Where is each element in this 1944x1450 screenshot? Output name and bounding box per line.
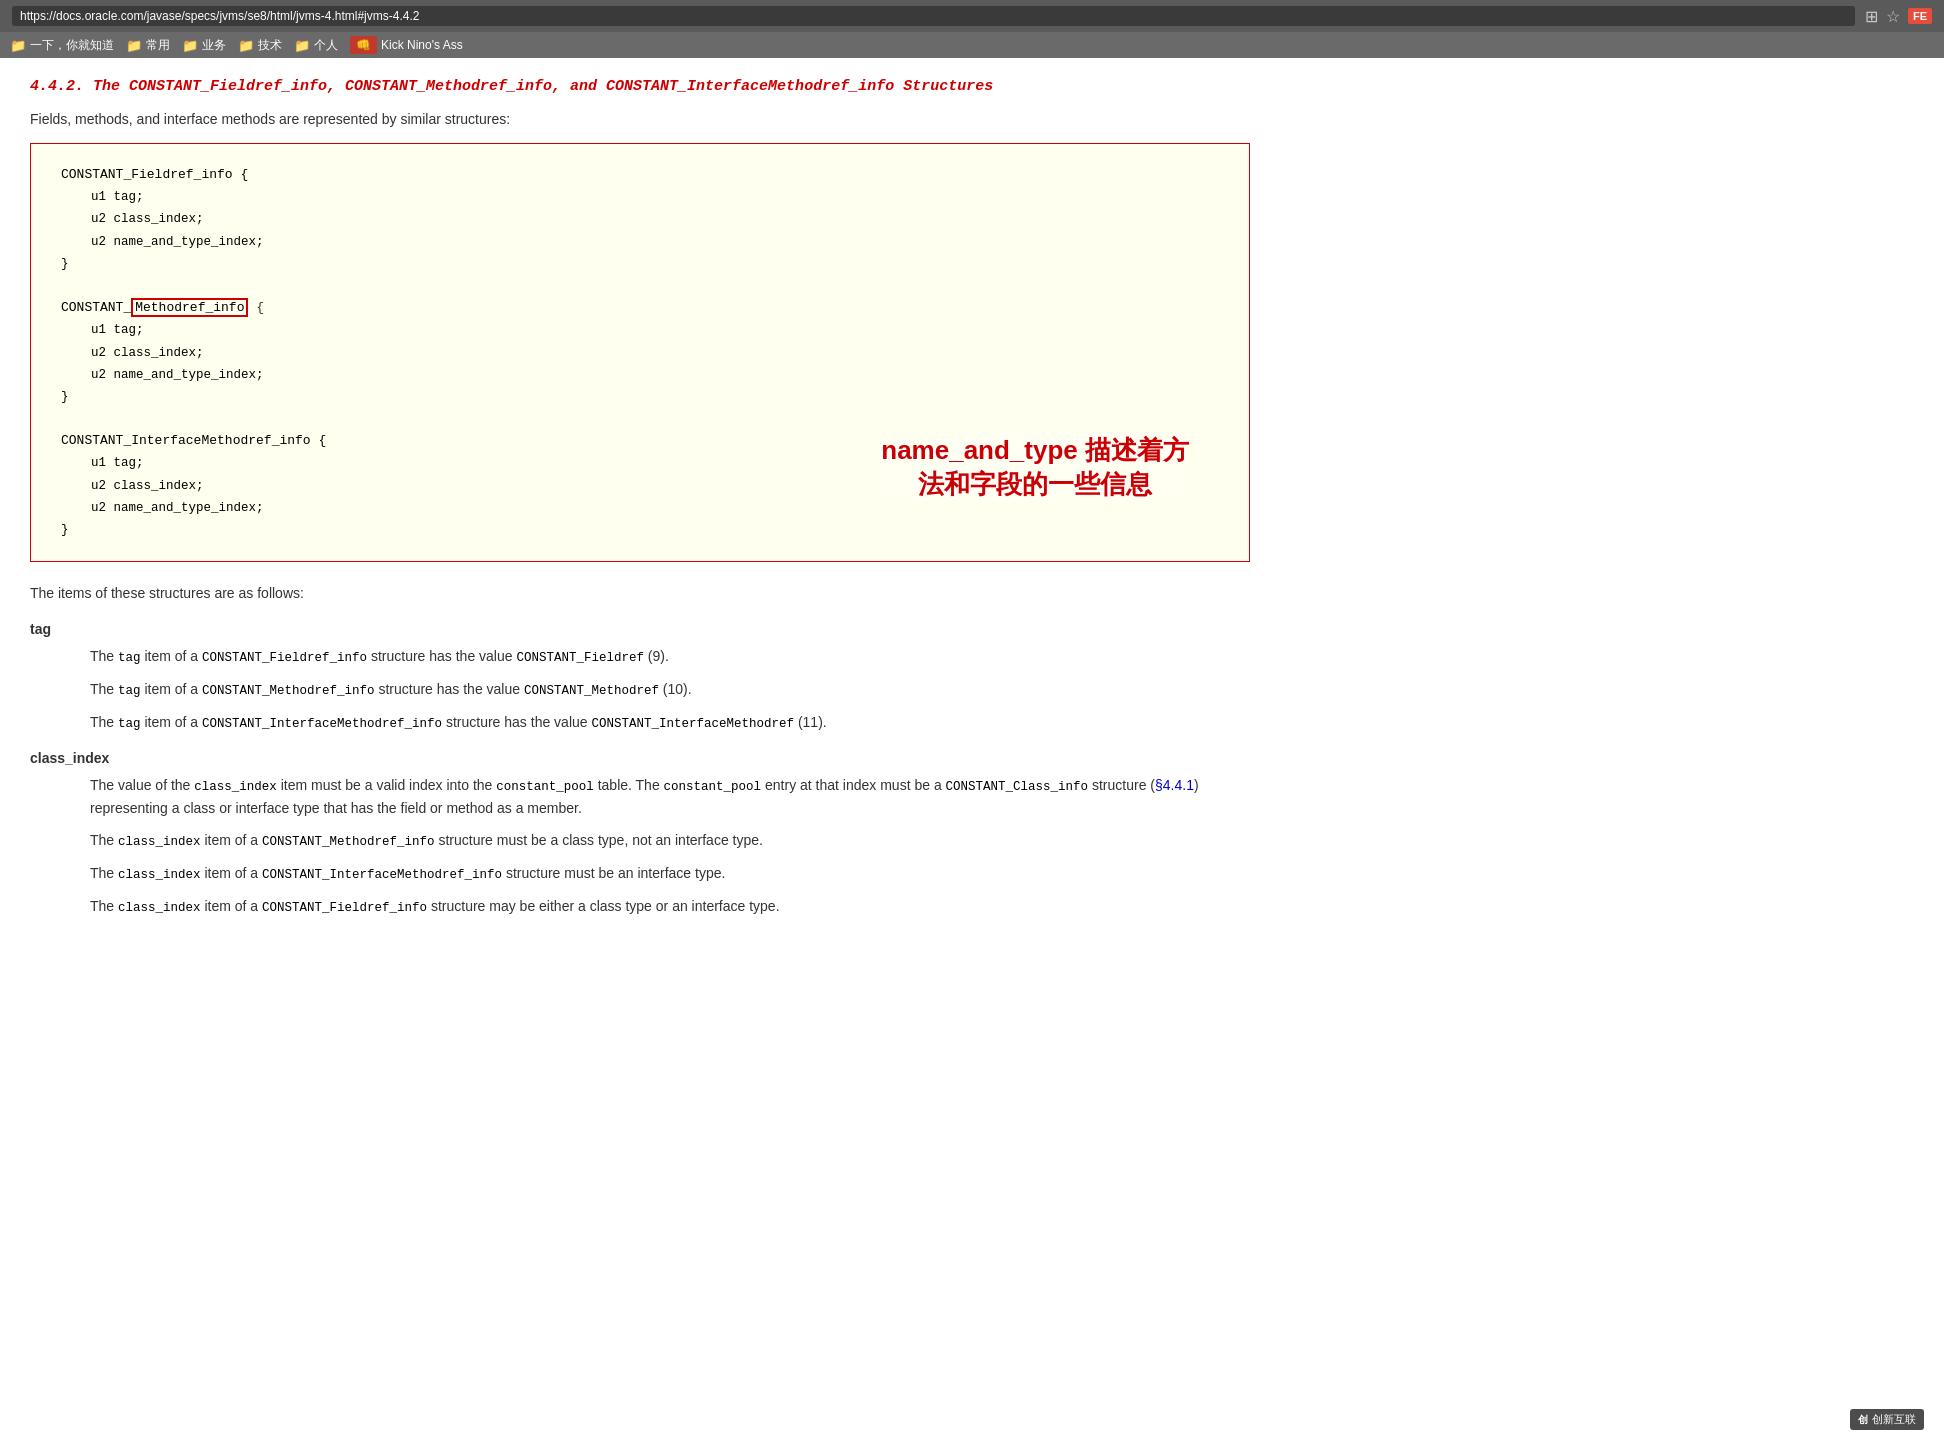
struct1-field-3: u2 name_and_type_index; (91, 231, 1219, 253)
bookmarks-bar: 📁 一下，你就知道 📁 常用 📁 业务 📁 技术 📁 个人 👊 Kick Nin… (0, 32, 1944, 58)
tag-def-2: The tag item of a CONSTANT_Methodref_inf… (90, 678, 1250, 701)
fieldref-code-1: CONSTANT_Fieldref_info (202, 651, 367, 665)
browser-icons: ⊞ ☆ FE (1865, 7, 1932, 26)
struct1-field-1: u1 tag; (91, 186, 1219, 208)
struct2-field-2: u2 class_index; (91, 342, 1219, 364)
folder-icon-3: 📁 (182, 38, 198, 53)
class-index-code-4: class_index (118, 901, 201, 915)
section-heading: 4.4.2. The CONSTANT_Fieldref_info, CONST… (30, 78, 1250, 95)
constant-class-info-code-1: CONSTANT_Class_info (946, 780, 1089, 794)
term-class-index-label: class_index (30, 750, 109, 766)
class-index-def-4: The class_index item of a CONSTANT_Field… (90, 895, 1250, 918)
struct2-field-3: u2 name_and_type_index; (91, 364, 1219, 386)
bookmark-item-1[interactable]: 📁 一下，你就知道 (10, 37, 114, 54)
page-content: 4.4.2. The CONSTANT_Fieldref_info, CONST… (0, 58, 1280, 948)
browser-toolbar: https://docs.oracle.com/javase/specs/jvm… (0, 0, 1944, 32)
tag-def-1: The tag item of a CONSTANT_Fieldref_info… (90, 645, 1250, 668)
folder-icon-5: 📁 (294, 38, 310, 53)
folder-icon-4: 📁 (238, 38, 254, 53)
bookmark-item-5[interactable]: 📁 个人 (294, 37, 338, 54)
bookmark-label-1: 一下，你就知道 (30, 37, 114, 54)
bookmark-label-4: 技术 (258, 37, 282, 54)
constant-fieldref-code: CONSTANT_Fieldref (516, 651, 644, 665)
interfacemethodref-code-2: CONSTANT_InterfaceMethodref_info (262, 868, 502, 882)
struct3-name: CONSTANT_InterfaceMethodref_info { (61, 433, 326, 448)
constant-pool-code-1: constant_pool (496, 780, 594, 794)
struct2-declaration: CONSTANT_Methodref_info { (61, 297, 1219, 319)
bookmark-item-2[interactable]: 📁 常用 (126, 37, 170, 54)
struct1-declaration: CONSTANT_Fieldref_info { (61, 164, 1219, 186)
tag-code-1: tag (118, 651, 141, 665)
struct1-close: } (61, 253, 1219, 275)
url-bar[interactable]: https://docs.oracle.com/javase/specs/jvm… (12, 6, 1855, 26)
struct1-field-2: u2 class_index; (91, 208, 1219, 230)
methodref-code-1: CONSTANT_Methodref_info (202, 684, 375, 698)
term-class-index-heading: class_index (30, 750, 1250, 766)
folder-icon-1: 📁 (10, 38, 26, 53)
special-bookmark-icon: 👊 (350, 36, 377, 54)
methodref-code-2: CONSTANT_Methodref_info (262, 835, 435, 849)
fe-badge[interactable]: FE (1908, 8, 1932, 24)
bookmark-label-5: 个人 (314, 37, 338, 54)
section441-link[interactable]: §4.4.1 (1155, 777, 1194, 793)
term-tag-label: tag (30, 621, 51, 637)
struct2-prefix: CONSTANT_ (61, 300, 131, 315)
struct2-brace: { (248, 300, 264, 315)
term-tag-heading: tag (30, 621, 1250, 637)
interfacemethodref-code-1: CONSTANT_InterfaceMethodref_info (202, 717, 442, 731)
annotation-line1: name_and_type 描述着方 (881, 434, 1189, 468)
class-index-code-3: class_index (118, 868, 201, 882)
annotation-line2: 法和字段的一些信息 (881, 468, 1189, 502)
tag-def-3: The tag item of a CONSTANT_InterfaceMeth… (90, 711, 1250, 734)
bookmark-label-3: 业务 (202, 37, 226, 54)
tag-code-2: tag (118, 684, 141, 698)
class-index-code-2: class_index (118, 835, 201, 849)
class-index-def-2: The class_index item of a CONSTANT_Metho… (90, 829, 1250, 852)
translate-icon[interactable]: ⊞ (1865, 7, 1878, 26)
constant-interfacemethodref-code: CONSTANT_InterfaceMethodref (591, 717, 794, 731)
bookmark-label-2: 常用 (146, 37, 170, 54)
struct2-field-1: u1 tag; (91, 319, 1219, 341)
items-intro: The items of these structures are as fol… (30, 582, 1250, 604)
class-index-def-3: The class_index item of a CONSTANT_Inter… (90, 862, 1250, 885)
intro-paragraph: Fields, methods, and interface methods a… (30, 111, 1250, 127)
tag-code-3: tag (118, 717, 141, 731)
bookmark-item-4[interactable]: 📁 技术 (238, 37, 282, 54)
fieldref-code-2: CONSTANT_Fieldref_info (262, 901, 427, 915)
constant-pool-code-2: constant_pool (664, 780, 762, 794)
star-icon[interactable]: ☆ (1886, 7, 1900, 26)
class-index-def-1: The value of the class_index item must b… (90, 774, 1250, 819)
annotation-popup: name_and_type 描述着方 法和字段的一些信息 (881, 434, 1189, 502)
struct1-name: CONSTANT_Fieldref_info { (61, 167, 248, 182)
struct2-fields: u1 tag; u2 class_index; u2 name_and_type… (61, 319, 1219, 386)
bookmark-item-3[interactable]: 📁 业务 (182, 37, 226, 54)
struct1-fields: u1 tag; u2 class_index; u2 name_and_type… (61, 186, 1219, 253)
struct2-highlighted: Methodref_info (131, 298, 248, 317)
class-index-code-1: class_index (194, 780, 277, 794)
struct2-close: } (61, 386, 1219, 408)
bookmark-item-special[interactable]: 👊 Kick Nino's Ass (350, 36, 463, 54)
bookmark-label-special: Kick Nino's Ass (381, 38, 463, 52)
folder-icon-2: 📁 (126, 38, 142, 53)
struct3-close: } (61, 519, 1219, 541)
code-block: CONSTANT_Fieldref_info { u1 tag; u2 clas… (30, 143, 1250, 562)
constant-methodref-code: CONSTANT_Methodref (524, 684, 659, 698)
